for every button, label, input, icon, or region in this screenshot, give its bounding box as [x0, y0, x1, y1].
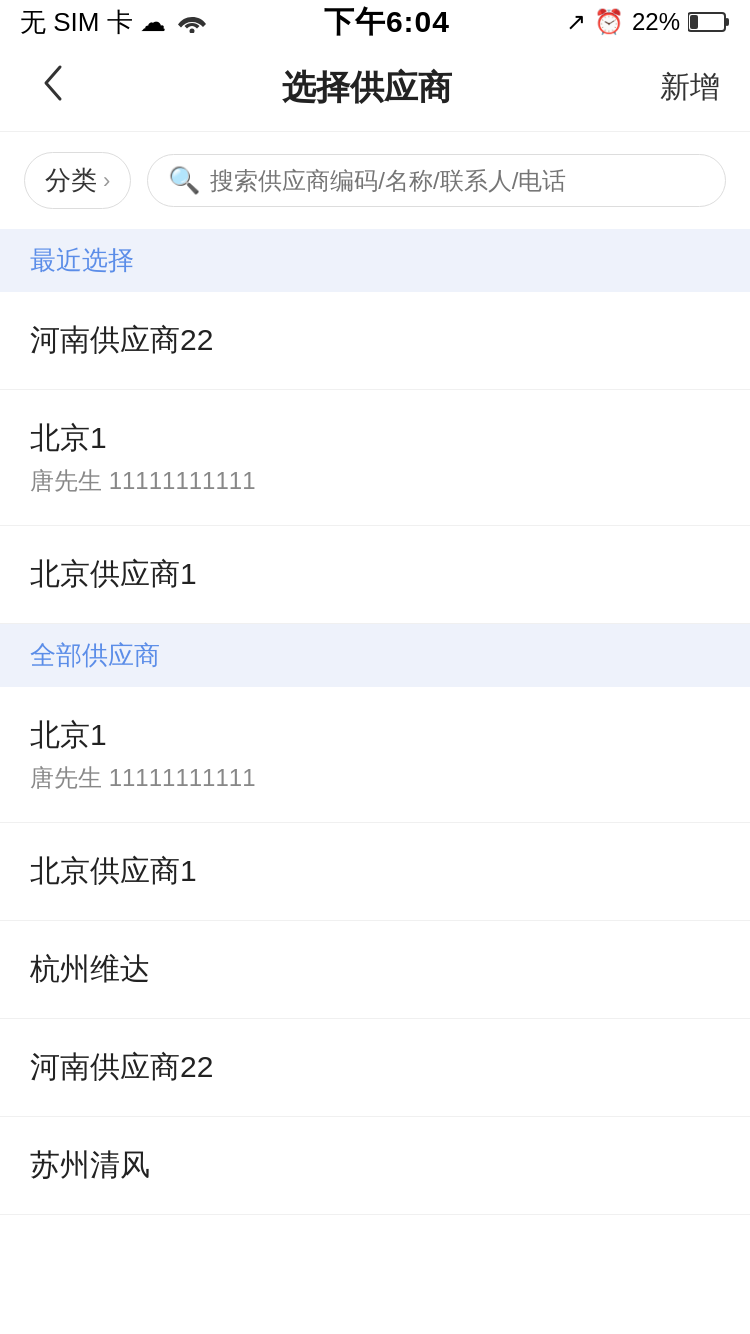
battery-label: 22%	[632, 8, 680, 36]
alarm-icon: ⏰	[594, 8, 624, 36]
back-button[interactable]	[30, 53, 74, 122]
sim-label: 无 SIM 卡 ☁	[20, 5, 166, 40]
svg-rect-2	[725, 18, 729, 26]
search-area: 分类 › 🔍	[0, 132, 750, 229]
svg-point-0	[189, 29, 194, 34]
list-item-a4[interactable]: 河南供应商22	[0, 1019, 750, 1117]
item-name: 北京1	[30, 715, 720, 756]
add-button[interactable]: 新增	[660, 67, 720, 108]
nav-bar: 选择供应商 新增	[0, 44, 750, 132]
item-name: 杭州维达	[30, 949, 720, 990]
list-item-a5[interactable]: 苏州清风	[0, 1117, 750, 1215]
search-icon: 🔍	[168, 165, 200, 196]
section-header-all: 全部供应商	[0, 624, 750, 687]
list-item-a1[interactable]: 北京1 唐先生 11111111111	[0, 687, 750, 823]
sections-container: 最近选择河南供应商22 北京1 唐先生 11111111111 北京供应商1 全部供应商…	[0, 229, 750, 1215]
item-name: 苏州清风	[30, 1145, 720, 1186]
status-left: 无 SIM 卡 ☁	[20, 5, 208, 40]
list-item-a2[interactable]: 北京供应商1	[0, 823, 750, 921]
item-name: 北京1	[30, 418, 720, 459]
list-item-r2[interactable]: 北京1 唐先生 11111111111	[0, 390, 750, 526]
list-item-r1[interactable]: 河南供应商22	[0, 292, 750, 390]
search-input-wrap: 🔍	[147, 154, 726, 207]
search-input[interactable]	[210, 167, 705, 195]
category-button[interactable]: 分类 ›	[24, 152, 131, 209]
section-header-recent: 最近选择	[0, 229, 750, 292]
battery-icon	[688, 11, 730, 33]
category-arrow-icon: ›	[103, 168, 110, 194]
item-sub: 唐先生 11111111111	[30, 762, 720, 794]
wifi-icon	[176, 11, 208, 33]
item-name: 北京供应商1	[30, 851, 720, 892]
page-title: 选择供应商	[282, 65, 452, 111]
list-item-r3[interactable]: 北京供应商1	[0, 526, 750, 624]
status-bar: 无 SIM 卡 ☁ 下午6:04 ↗ ⏰ 22%	[0, 0, 750, 44]
item-name: 河南供应商22	[30, 1047, 720, 1088]
location-icon: ↗	[566, 8, 586, 36]
item-sub: 唐先生 11111111111	[30, 465, 720, 497]
list-item-a3[interactable]: 杭州维达	[0, 921, 750, 1019]
item-name: 北京供应商1	[30, 554, 720, 595]
status-right: ↗ ⏰ 22%	[566, 8, 730, 36]
category-label: 分类	[45, 163, 97, 198]
status-time: 下午6:04	[324, 2, 450, 43]
svg-rect-3	[690, 15, 698, 29]
item-name: 河南供应商22	[30, 320, 720, 361]
